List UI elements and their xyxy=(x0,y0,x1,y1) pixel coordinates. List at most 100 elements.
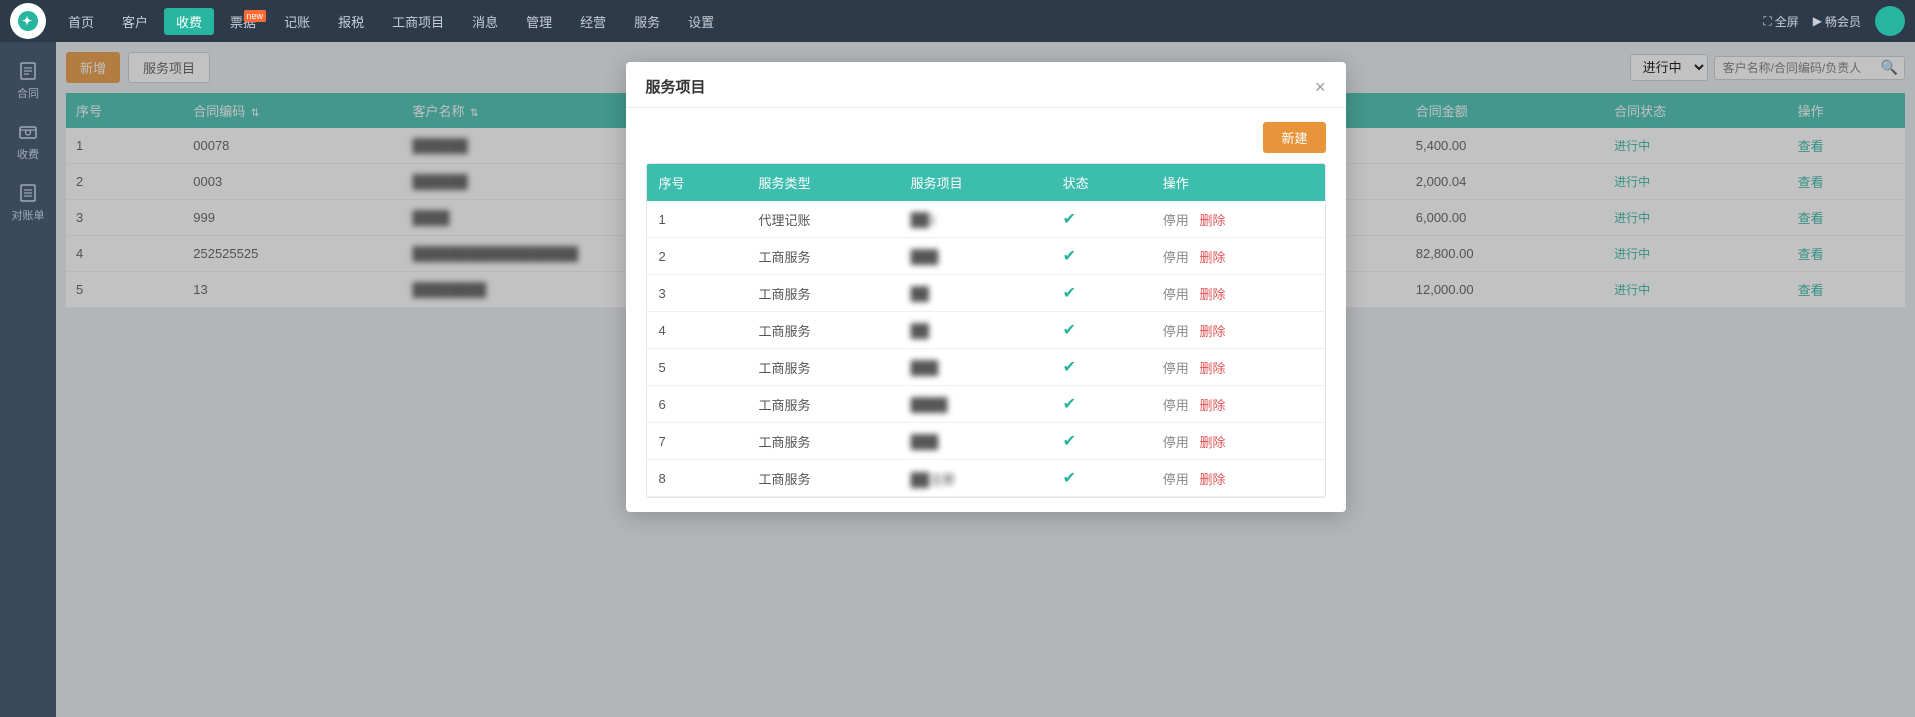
delete-button[interactable]: 删除 xyxy=(1200,398,1226,413)
modal-col-seq: 序号 xyxy=(647,164,747,201)
sidebar-item-contract[interactable]: 合同 xyxy=(0,52,56,109)
stop-button[interactable]: 停用 xyxy=(1163,435,1189,450)
modal-cell-type: 工商服务 xyxy=(747,312,899,349)
modal-cell-actions: 停用 删除 xyxy=(1151,275,1325,312)
nav-gongshang[interactable]: 工商项目 xyxy=(380,8,456,35)
modal-cell-item: ███ xyxy=(899,238,1051,275)
modal-cell-type: 工商服务 xyxy=(747,386,899,423)
nav-home[interactable]: 首页 xyxy=(56,8,106,35)
modal-col-action: 操作 xyxy=(1151,164,1325,201)
fullscreen-label: 全屏 xyxy=(1775,13,1799,30)
status-check-icon: ✔ xyxy=(1063,322,1076,339)
sidebar: 合同 收费 对账单 xyxy=(0,42,56,717)
nav-xiaoxi[interactable]: 消息 xyxy=(460,8,510,35)
nav-piao[interactable]: 票据 new xyxy=(218,8,268,35)
modal-cell-type: 代理记账 xyxy=(747,201,899,238)
modal-cell-seq: 4 xyxy=(647,312,747,349)
modal-cell-type: 工商服务 xyxy=(747,238,899,275)
modal-cell-item: ██ xyxy=(899,312,1051,349)
sidebar-label-contract: 合同 xyxy=(17,85,39,101)
modal-cell-type: 工商服务 xyxy=(747,460,899,497)
stop-button[interactable]: 停用 xyxy=(1163,324,1189,339)
stop-button[interactable]: 停用 xyxy=(1163,287,1189,302)
status-check-icon: ✔ xyxy=(1063,396,1076,413)
status-check-icon: ✔ xyxy=(1063,285,1076,302)
modal-body: 新建 序号 服务类型 服务项目 状态 操作 xyxy=(626,108,1346,512)
modal-table-row: 2 工商服务 ███ ✔ 停用 删除 xyxy=(647,238,1325,275)
modal-cell-actions: 停用 删除 xyxy=(1151,386,1325,423)
modal-title: 服务项目 xyxy=(646,76,706,97)
modal-cell-status: ✔ xyxy=(1051,238,1151,275)
modal-cell-item: ███ xyxy=(899,423,1051,460)
main-content: 新增 服务项目 进行中 已结束 全部 🔍 xyxy=(56,42,1915,717)
modal-table-row: 7 工商服务 ███ ✔ 停用 删除 xyxy=(647,423,1325,460)
stop-button[interactable]: 停用 xyxy=(1163,213,1189,228)
nav-jingying[interactable]: 经营 xyxy=(568,8,618,35)
modal-table: 序号 服务类型 服务项目 状态 操作 1 代理记账 ██1 ✔ 停用 xyxy=(647,164,1325,497)
modal-cell-actions: 停用 删除 xyxy=(1151,423,1325,460)
stop-button[interactable]: 停用 xyxy=(1163,361,1189,376)
app-logo: ✦ xyxy=(10,3,46,39)
modal-toolbar: 新建 xyxy=(646,122,1326,153)
nav-guanli[interactable]: 管理 xyxy=(514,8,564,35)
modal-cell-seq: 7 xyxy=(647,423,747,460)
nav-bar: 首页 客户 收费 票据 new 记账 报税 工商项目 消息 管理 经营 服务 设… xyxy=(56,8,1763,35)
layout: 合同 收费 对账单 xyxy=(0,42,1915,717)
contract-icon xyxy=(17,60,39,82)
modal-table-row: 3 工商服务 ██ ✔ 停用 删除 xyxy=(647,275,1325,312)
delete-button[interactable]: 删除 xyxy=(1200,250,1226,265)
modal-col-status: 状态 xyxy=(1051,164,1151,201)
modal-cell-actions: 停用 删除 xyxy=(1151,349,1325,386)
duizhang-icon xyxy=(17,182,39,204)
status-check-icon: ✔ xyxy=(1063,248,1076,265)
member-btn[interactable]: ▶ 畅会员 xyxy=(1813,13,1861,30)
delete-button[interactable]: 删除 xyxy=(1200,435,1226,450)
modal-cell-actions: 停用 删除 xyxy=(1151,201,1325,238)
avatar[interactable] xyxy=(1875,6,1905,36)
modal-cell-seq: 3 xyxy=(647,275,747,312)
modal-cell-seq: 6 xyxy=(647,386,747,423)
status-check-icon: ✔ xyxy=(1063,359,1076,376)
modal-cell-status: ✔ xyxy=(1051,460,1151,497)
nav-jizhang[interactable]: 记账 xyxy=(272,8,322,35)
modal-cell-seq: 8 xyxy=(647,460,747,497)
modal-table-wrap: 序号 服务类型 服务项目 状态 操作 1 代理记账 ██1 ✔ 停用 xyxy=(646,163,1326,498)
modal-table-row: 8 工商服务 ██注册 ✔ 停用 删除 xyxy=(647,460,1325,497)
delete-button[interactable]: 删除 xyxy=(1200,472,1226,487)
stop-button[interactable]: 停用 xyxy=(1163,472,1189,487)
modal-overlay: 服务项目 × 新建 序号 服务类型 服务项目 xyxy=(56,42,1915,717)
modal-cell-status: ✔ xyxy=(1051,201,1151,238)
modal-table-row: 1 代理记账 ██1 ✔ 停用 删除 xyxy=(647,201,1325,238)
nav-fuwu[interactable]: 服务 xyxy=(622,8,672,35)
status-check-icon: ✔ xyxy=(1063,470,1076,487)
nav-shoufei[interactable]: 收费 xyxy=(164,8,214,35)
top-nav: ✦ 首页 客户 收费 票据 new 记账 报税 工商项目 消息 管理 经营 服务… xyxy=(0,0,1915,42)
delete-button[interactable]: 删除 xyxy=(1200,324,1226,339)
sidebar-item-shoufei[interactable]: 收费 xyxy=(0,113,56,170)
stop-button[interactable]: 停用 xyxy=(1163,250,1189,265)
modal-cell-item: ██注册 xyxy=(899,460,1051,497)
fullscreen-btn[interactable]: ⛶ 全屏 xyxy=(1763,13,1798,30)
modal-cell-item: ██1 xyxy=(899,201,1051,238)
nav-shezhi[interactable]: 设置 xyxy=(676,8,726,35)
sidebar-item-duizhang[interactable]: 对账单 xyxy=(0,174,56,231)
modal-cell-status: ✔ xyxy=(1051,312,1151,349)
delete-button[interactable]: 删除 xyxy=(1200,287,1226,302)
modal-header: 服务项目 × xyxy=(626,62,1346,108)
modal-close-button[interactable]: × xyxy=(1315,78,1326,96)
stop-button[interactable]: 停用 xyxy=(1163,398,1189,413)
nav-baoshui[interactable]: 报税 xyxy=(326,8,376,35)
shoufei-icon xyxy=(17,121,39,143)
nav-customer[interactable]: 客户 xyxy=(110,8,160,35)
delete-button[interactable]: 删除 xyxy=(1200,361,1226,376)
delete-button[interactable]: 删除 xyxy=(1200,213,1226,228)
status-check-icon: ✔ xyxy=(1063,433,1076,450)
modal-cell-actions: 停用 删除 xyxy=(1151,460,1325,497)
modal-new-button[interactable]: 新建 xyxy=(1263,122,1325,153)
modal-table-row: 5 工商服务 ███ ✔ 停用 删除 xyxy=(647,349,1325,386)
modal-cell-status: ✔ xyxy=(1051,349,1151,386)
sidebar-label-duizhang: 对账单 xyxy=(12,207,45,223)
modal-cell-actions: 停用 删除 xyxy=(1151,312,1325,349)
status-check-icon: ✔ xyxy=(1063,211,1076,228)
member-label: 畅会员 xyxy=(1825,13,1861,30)
